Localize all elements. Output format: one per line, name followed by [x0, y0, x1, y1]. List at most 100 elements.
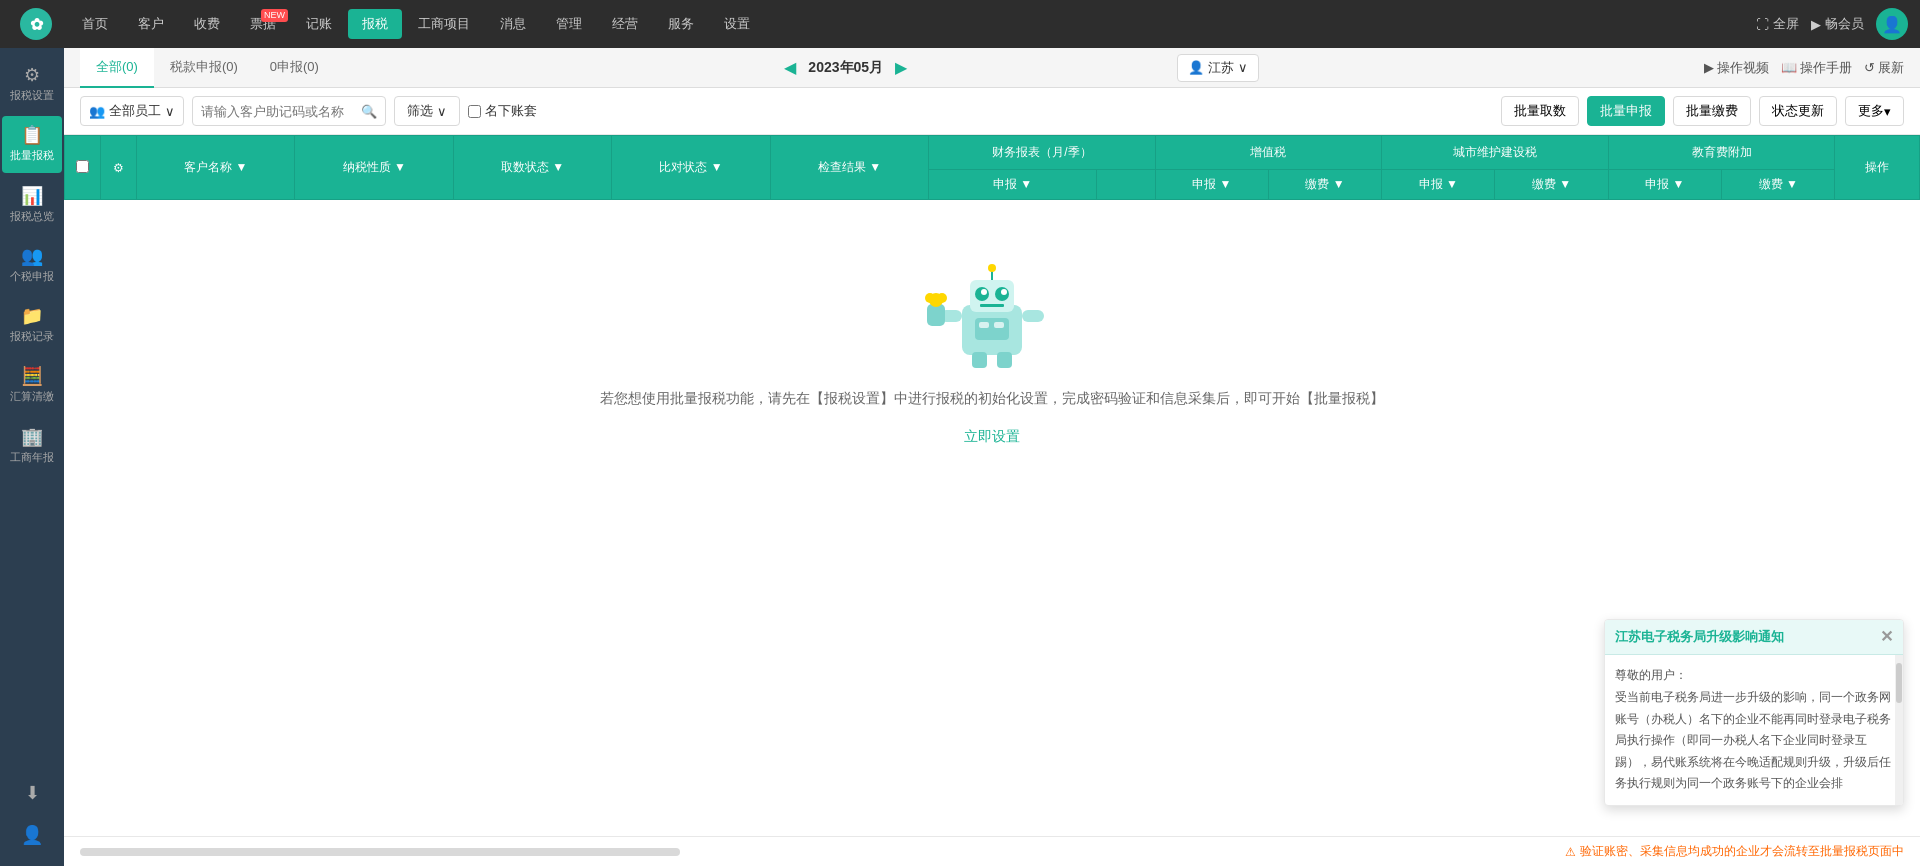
notification-scrollbar[interactable] [1895, 655, 1903, 805]
date-next-button[interactable]: ▶ [891, 54, 911, 81]
sort-icon-4[interactable]: ▼ [711, 160, 723, 174]
person-icon: 👤 [1188, 60, 1204, 75]
sort-icon-3[interactable]: ▼ [552, 160, 564, 174]
checkbox-label-subaccount[interactable]: 名下账套 [468, 102, 537, 120]
nav-invoice[interactable]: 票据 NEW [236, 9, 290, 39]
sidebar-label-batch-tax: 批量报税 [10, 148, 54, 162]
fullscreen-icon: ⛶ [1756, 17, 1769, 32]
operation-video-button[interactable]: ▶ 操作视频 [1704, 59, 1769, 77]
sidebar-item-batch-tax[interactable]: 📋 批量报税 [2, 116, 62, 172]
sort-icon-8[interactable]: ▼ [1333, 177, 1345, 191]
sort-icon-5[interactable]: ▼ [869, 160, 881, 174]
sidebar-item-tax-records[interactable]: 📁 报税记录 [2, 297, 62, 353]
nav-service[interactable]: 服务 [654, 9, 708, 39]
tab-tax-declaration[interactable]: 税款申报(0) [154, 48, 254, 88]
batch-declare-button[interactable]: 批量申报 [1587, 96, 1665, 126]
filter-button[interactable]: 筛选 ∨ [394, 96, 460, 126]
toolbar-right-buttons: 批量取数 批量申报 批量缴费 状态更新 更多 ▾ [1501, 96, 1904, 126]
sidebar-item-tax-overview[interactable]: 📊 报税总览 [2, 177, 62, 233]
tax-settings-icon: ⚙ [24, 66, 40, 84]
tab-zero-declaration[interactable]: 0申报(0) [254, 48, 335, 88]
current-date: 2023年05月 [808, 59, 883, 77]
notification-scroll-thumb [1896, 663, 1902, 703]
column-settings-icon[interactable]: ⚙ [113, 161, 124, 175]
chevron-icon: ∨ [165, 104, 175, 119]
user-avatar[interactable]: 👤 [1876, 8, 1908, 40]
nav-accounting[interactable]: 记账 [292, 9, 346, 39]
col-city-tax: 城市维护建设税 [1382, 136, 1609, 170]
sort-icon-6[interactable]: ▼ [1020, 177, 1032, 191]
more-chevron-icon: ▾ [1884, 104, 1891, 119]
sort-icon-12[interactable]: ▼ [1786, 177, 1798, 191]
sidebar-download[interactable]: ⬇ [2, 774, 62, 812]
batch-pay-button[interactable]: 批量缴费 [1673, 96, 1751, 126]
col-check-result: 检查结果 ▼ [770, 136, 928, 200]
svg-point-8 [988, 264, 996, 272]
search-icon[interactable]: 🔍 [361, 104, 377, 119]
nav-tax[interactable]: 报税 [348, 9, 402, 39]
col-vat-declare: 申报 ▼ [1155, 170, 1268, 200]
sidebar-label-settlement: 汇算清缴 [10, 389, 54, 403]
search-input[interactable] [201, 104, 361, 119]
sort-icon-2[interactable]: ▼ [394, 160, 406, 174]
sidebar-bottom: ⬇ 👤 [2, 774, 62, 866]
subaccount-checkbox[interactable] [468, 105, 481, 118]
select-all-checkbox[interactable] [76, 160, 89, 173]
sort-icon-9[interactable]: ▼ [1446, 177, 1458, 191]
sort-icon-7[interactable]: ▼ [1219, 177, 1231, 191]
top-navigation: ✿ 首页 客户 收费 票据 NEW 记账 报税 工商项目 消息 管理 经营 服务… [0, 0, 1920, 48]
refresh-button[interactable]: ↺ 展新 [1864, 59, 1904, 77]
nav-customer[interactable]: 客户 [124, 9, 178, 39]
sort-icon-11[interactable]: ▼ [1673, 177, 1685, 191]
sort-icon[interactable]: ▼ [235, 160, 247, 174]
col-tax-type: 纳税性质 ▼ [295, 136, 453, 200]
sidebar-item-personal-tax[interactable]: 👥 个税申报 [2, 237, 62, 293]
nav-menu: 首页 客户 收费 票据 NEW 记账 报税 工商项目 消息 管理 经营 服务 设… [68, 9, 1756, 39]
right-controls: ▶ 操作视频 📖 操作手册 ↺ 展新 [1704, 59, 1904, 77]
sidebar-label-tax-overview: 报税总览 [10, 209, 54, 223]
status-update-button[interactable]: 状态更新 [1759, 96, 1837, 126]
nav-settings[interactable]: 设置 [710, 9, 764, 39]
logo[interactable]: ✿ [12, 0, 60, 48]
svg-rect-17 [975, 318, 1009, 340]
nav-home[interactable]: 首页 [68, 9, 122, 39]
fullscreen-button[interactable]: ⛶ 全屏 [1756, 15, 1799, 33]
logo-icon: ✿ [20, 8, 52, 40]
notification-text: 尊敬的用户： 受当前电子税务局进一步升级的影响，同一个政务网账号（办税人）名下的… [1615, 665, 1893, 795]
region-selector[interactable]: 👤 江苏 ∨ [1177, 54, 1259, 82]
sidebar-label-tax-records: 报税记录 [10, 329, 54, 343]
sidebar-item-settlement[interactable]: 🧮 汇算清缴 [2, 357, 62, 413]
bottom-warning: ⚠ 验证账密、采集信息均成功的企业才会流转至批量报税页面中 [1565, 843, 1904, 860]
vip-button[interactable]: ▶ 畅会员 [1811, 15, 1864, 33]
col-city-pay: 缴费 ▼ [1495, 170, 1608, 200]
date-navigation: ◀ 2023年05月 ▶ [780, 54, 911, 81]
sidebar-item-annual-report[interactable]: 🏢 工商年报 [2, 418, 62, 474]
more-button[interactable]: 更多 ▾ [1845, 96, 1904, 126]
svg-point-4 [981, 289, 987, 295]
svg-rect-10 [1022, 310, 1044, 322]
employee-select[interactable]: 👥 全部员工 ∨ [80, 96, 184, 126]
sort-icon-10[interactable]: ▼ [1559, 177, 1571, 191]
setup-link[interactable]: 立即设置 [964, 428, 1020, 446]
col-compare-status: 比对状态 ▼ [612, 136, 770, 200]
search-box: 🔍 [192, 96, 386, 126]
sidebar-item-tax-settings[interactable]: ⚙ 报税设置 [2, 56, 62, 112]
svg-rect-18 [979, 322, 989, 328]
nav-business[interactable]: 工商项目 [404, 9, 484, 39]
operation-manual-button[interactable]: 📖 操作手册 [1781, 59, 1852, 77]
notification-close-button[interactable]: ✕ [1880, 629, 1893, 645]
video-icon: ▶ [1704, 60, 1714, 75]
nav-message[interactable]: 消息 [486, 9, 540, 39]
nav-fee[interactable]: 收费 [180, 9, 234, 39]
date-prev-button[interactable]: ◀ [780, 54, 800, 81]
nav-manage[interactable]: 管理 [542, 9, 596, 39]
nav-operation[interactable]: 经营 [598, 9, 652, 39]
batch-fetch-button[interactable]: 批量取数 [1501, 96, 1579, 126]
horizontal-scrollbar[interactable] [80, 848, 680, 856]
col-operation: 操作 [1835, 136, 1920, 200]
tab-all[interactable]: 全部(0) [80, 48, 154, 88]
chevron-down-icon: ∨ [1238, 60, 1248, 75]
sidebar-label-personal-tax: 个税申报 [10, 269, 54, 283]
svg-rect-12 [997, 352, 1012, 368]
sidebar-user[interactable]: 👤 [2, 816, 62, 854]
